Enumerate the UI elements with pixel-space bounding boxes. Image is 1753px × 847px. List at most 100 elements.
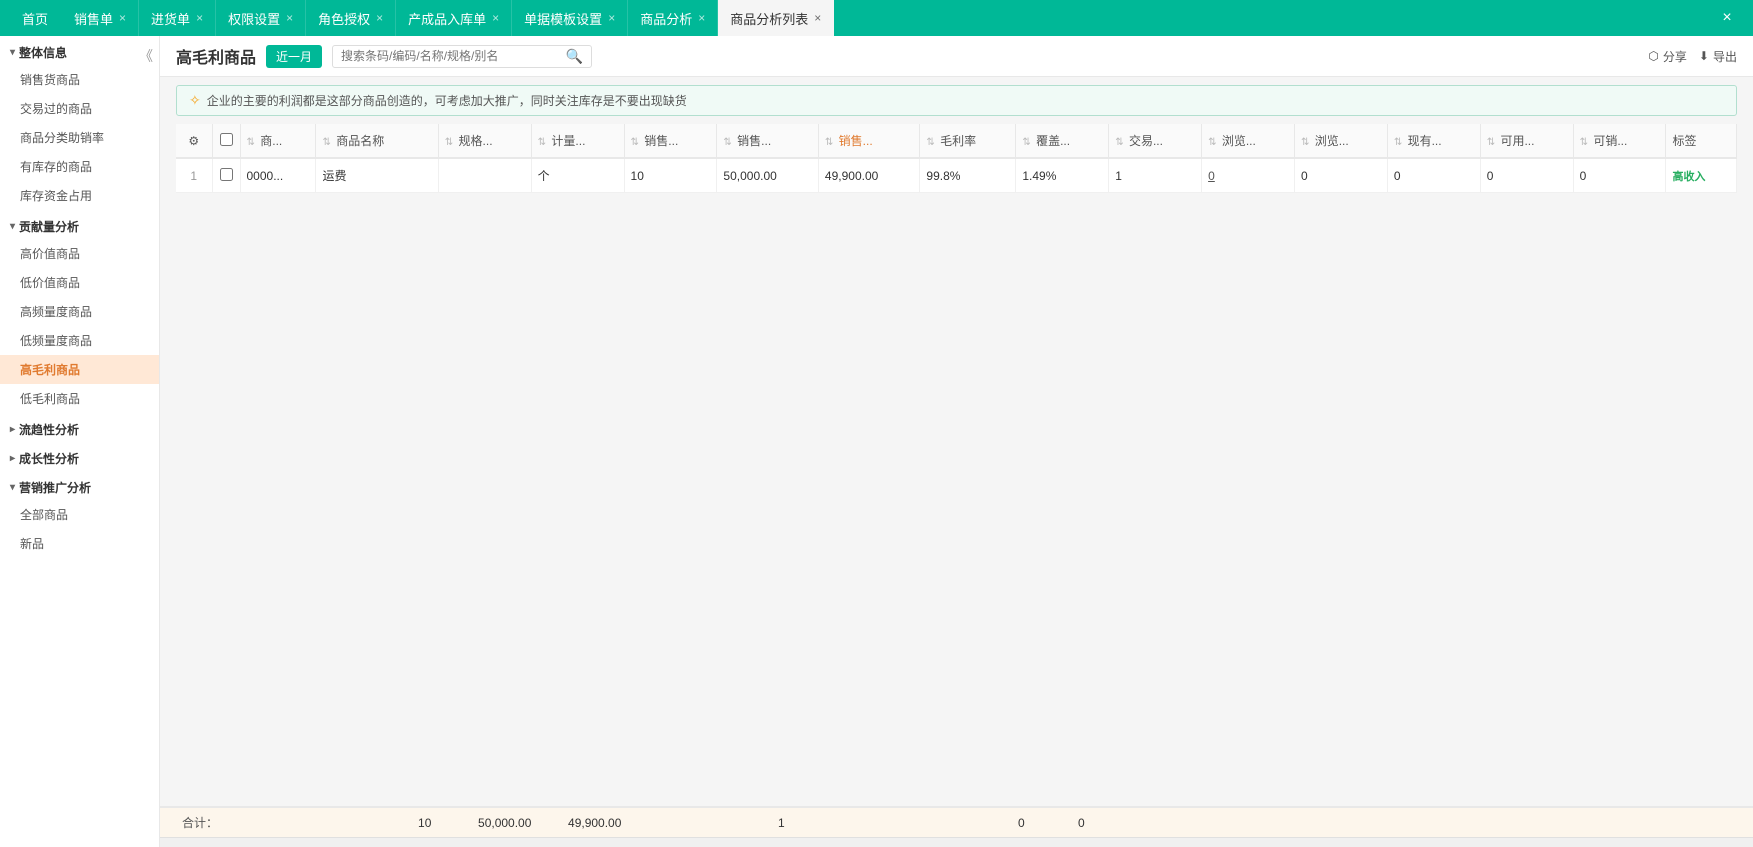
sort-icon: ⇅ — [1394, 137, 1402, 148]
col-code[interactable]: ⇅ 商... — [240, 124, 316, 158]
horizontal-scrollbar[interactable] — [160, 837, 1753, 847]
nav-tab-purchase[interactable]: 进货单 × — [139, 0, 216, 36]
select-all-checkbox[interactable] — [220, 133, 233, 146]
col-name[interactable]: ⇅ 商品名称 — [316, 124, 438, 158]
cell-num: 1 — [176, 158, 212, 193]
nav-tab-sales[interactable]: 销售单 × — [62, 0, 139, 36]
close-icon[interactable]: × — [698, 11, 705, 25]
col-available[interactable]: ⇅ 可用... — [1480, 124, 1573, 158]
content-header: 高毛利商品 近一月 🔍 ⬡ 分享 ⬇ 导出 — [160, 36, 1753, 77]
share-icon: ⬡ — [1648, 49, 1658, 63]
period-button[interactable]: 近一月 — [266, 45, 322, 68]
footer-sales-qty: 10 — [412, 816, 472, 830]
sidebar-group-overall[interactable]: ▾ 整体信息 — [0, 36, 159, 65]
info-icon: ✧ — [189, 92, 201, 109]
nav-tab-analysis-list[interactable]: 商品分析列表 × — [718, 0, 834, 36]
nav-tab-products[interactable]: 产成品入库单 × — [396, 0, 512, 36]
sidebar-group-growth[interactable]: ▸ 成长性分析 — [0, 442, 159, 471]
search-icon[interactable]: 🔍 — [566, 48, 583, 65]
chevron-down-icon: ▾ — [10, 47, 15, 58]
nav-tab-template[interactable]: 单据模板设置 × — [512, 0, 628, 36]
close-icon[interactable]: × — [119, 11, 126, 25]
cell-browse1[interactable]: 0 — [1202, 158, 1295, 193]
sort-icon: ⇅ — [631, 137, 639, 148]
sidebar-item-inventory-goods[interactable]: 有库存的商品 — [0, 152, 159, 181]
sort-icon: ⇅ — [1115, 137, 1123, 148]
nav-tab-roles[interactable]: 角色授权 × — [306, 0, 396, 36]
content-area: 高毛利商品 近一月 🔍 ⬡ 分享 ⬇ 导出 ✧ 企业的主要的利润都是这部分商品创… — [160, 36, 1753, 847]
sidebar-group-wealth[interactable]: ▾ 贡献量分析 — [0, 210, 159, 239]
sort-icon: ⇅ — [538, 137, 546, 148]
share-button[interactable]: ⬡ 分享 — [1648, 48, 1687, 65]
col-sales-cost[interactable]: ⇅ 销售... — [818, 124, 920, 158]
close-icon[interactable]: × — [814, 11, 821, 25]
footer-trade-count: 1 — [772, 816, 832, 830]
sort-icon: ⇅ — [825, 137, 833, 148]
row-checkbox[interactable] — [220, 168, 233, 181]
col-trade-count[interactable]: ⇅ 交易... — [1109, 124, 1202, 158]
col-settings[interactable]: ⚙ — [176, 124, 212, 158]
cell-checkbox[interactable] — [212, 158, 240, 193]
col-browse2[interactable]: ⇅ 浏览... — [1294, 124, 1387, 158]
sidebar-group-trend[interactable]: ▸ 流趋性分析 — [0, 413, 159, 442]
nav-tab-permissions[interactable]: 权限设置 × — [216, 0, 306, 36]
sidebar-item-low-value[interactable]: 低价值商品 — [0, 268, 159, 297]
sidebar-collapse-button[interactable]: 《 — [139, 46, 153, 66]
sidebar-item-high-value[interactable]: 高价值商品 — [0, 239, 159, 268]
nav-tab-analysis[interactable]: 商品分析 × — [628, 0, 718, 36]
sidebar-item-sales-goods[interactable]: 销售货商品 — [0, 65, 159, 94]
cell-tag: 高收入 — [1666, 158, 1737, 193]
col-current-stock[interactable]: ⇅ 现有... — [1387, 124, 1480, 158]
sidebar-item-low-margin[interactable]: 低毛利商品 — [0, 384, 159, 413]
sidebar-item-all-goods[interactable]: 全部商品 — [0, 500, 159, 529]
chevron-right-icon: ▸ — [10, 424, 15, 435]
close-all-button[interactable]: × — [1709, 0, 1745, 36]
sort-icon: ⇅ — [1022, 137, 1030, 148]
sidebar-group-marketing[interactable]: ▾ 营销推广分析 — [0, 471, 159, 500]
page-title: 高毛利商品 — [176, 44, 256, 68]
col-gross-rate[interactable]: ⇅ 毛利率 — [920, 124, 1016, 158]
col-coverage[interactable]: ⇅ 覆盖... — [1016, 124, 1109, 158]
export-button[interactable]: ⬇ 导出 — [1699, 48, 1737, 65]
sidebar-item-inventory-occupy[interactable]: 库存资金占用 — [0, 181, 159, 210]
close-icon[interactable]: × — [376, 11, 383, 25]
chevron-right-icon: ▸ — [10, 453, 15, 464]
cell-sales-qty: 10 — [624, 158, 717, 193]
cell-browse2: 0 — [1294, 158, 1387, 193]
sidebar-item-new-goods[interactable]: 新品 — [0, 529, 159, 558]
close-icon[interactable]: × — [196, 11, 203, 25]
sort-icon: ⇅ — [723, 137, 731, 148]
sort-icon: ⇅ — [1487, 137, 1495, 148]
search-input[interactable] — [341, 49, 566, 63]
close-icon[interactable]: × — [286, 11, 293, 25]
col-unit[interactable]: ⇅ 计量... — [531, 124, 624, 158]
sort-icon: ⇅ — [322, 137, 330, 148]
data-table: ⚙ ⇅ 商... ⇅ 商品名称 — [176, 124, 1737, 193]
footer-saleable: 0 — [1072, 816, 1132, 830]
sidebar-item-low-freq[interactable]: 低频量度商品 — [0, 326, 159, 355]
sidebar-item-segment-contrib[interactable]: 商品分类助销率 — [0, 123, 159, 152]
sidebar-item-traded-goods[interactable]: 交易过的商品 — [0, 94, 159, 123]
sort-icon: ⇅ — [445, 137, 453, 148]
col-sales-amount[interactable]: ⇅ 销售... — [717, 124, 819, 158]
sidebar-item-high-freq[interactable]: 高频量度商品 — [0, 297, 159, 326]
col-tag[interactable]: 标签 — [1666, 124, 1737, 158]
top-nav: 首页 销售单 × 进货单 × 权限设置 × 角色授权 × 产成品入库单 × 单据… — [0, 0, 1753, 36]
close-icon[interactable]: × — [492, 11, 499, 25]
footer-sales-cost: 49,900.00 — [562, 816, 652, 830]
close-icon[interactable]: × — [608, 11, 615, 25]
cell-sales-cost: 49,900.00 — [818, 158, 920, 193]
header-actions: ⬡ 分享 ⬇ 导出 — [1648, 48, 1737, 65]
cell-name: 运费 — [316, 158, 438, 193]
info-text: 企业的主要的利润都是这部分商品创造的，可考虑加大推广，同时关注库存是不要出现缺货 — [207, 92, 687, 109]
col-saleable[interactable]: ⇅ 可销... — [1573, 124, 1666, 158]
cell-trade-count: 1 — [1109, 158, 1202, 193]
col-checkbox[interactable] — [212, 124, 240, 158]
nav-tab-home[interactable]: 首页 — [8, 0, 62, 36]
col-spec[interactable]: ⇅ 规格... — [438, 124, 531, 158]
col-sales-qty[interactable]: ⇅ 销售... — [624, 124, 717, 158]
sidebar: 《 ▾ 整体信息 销售货商品 交易过的商品 商品分类助销率 有库存的商品 库存资… — [0, 36, 160, 847]
col-browse1[interactable]: ⇅ 浏览... — [1202, 124, 1295, 158]
info-banner: ✧ 企业的主要的利润都是这部分商品创造的，可考虑加大推广，同时关注库存是不要出现… — [176, 85, 1737, 116]
sidebar-item-high-margin[interactable]: 高毛利商品 — [0, 355, 159, 384]
